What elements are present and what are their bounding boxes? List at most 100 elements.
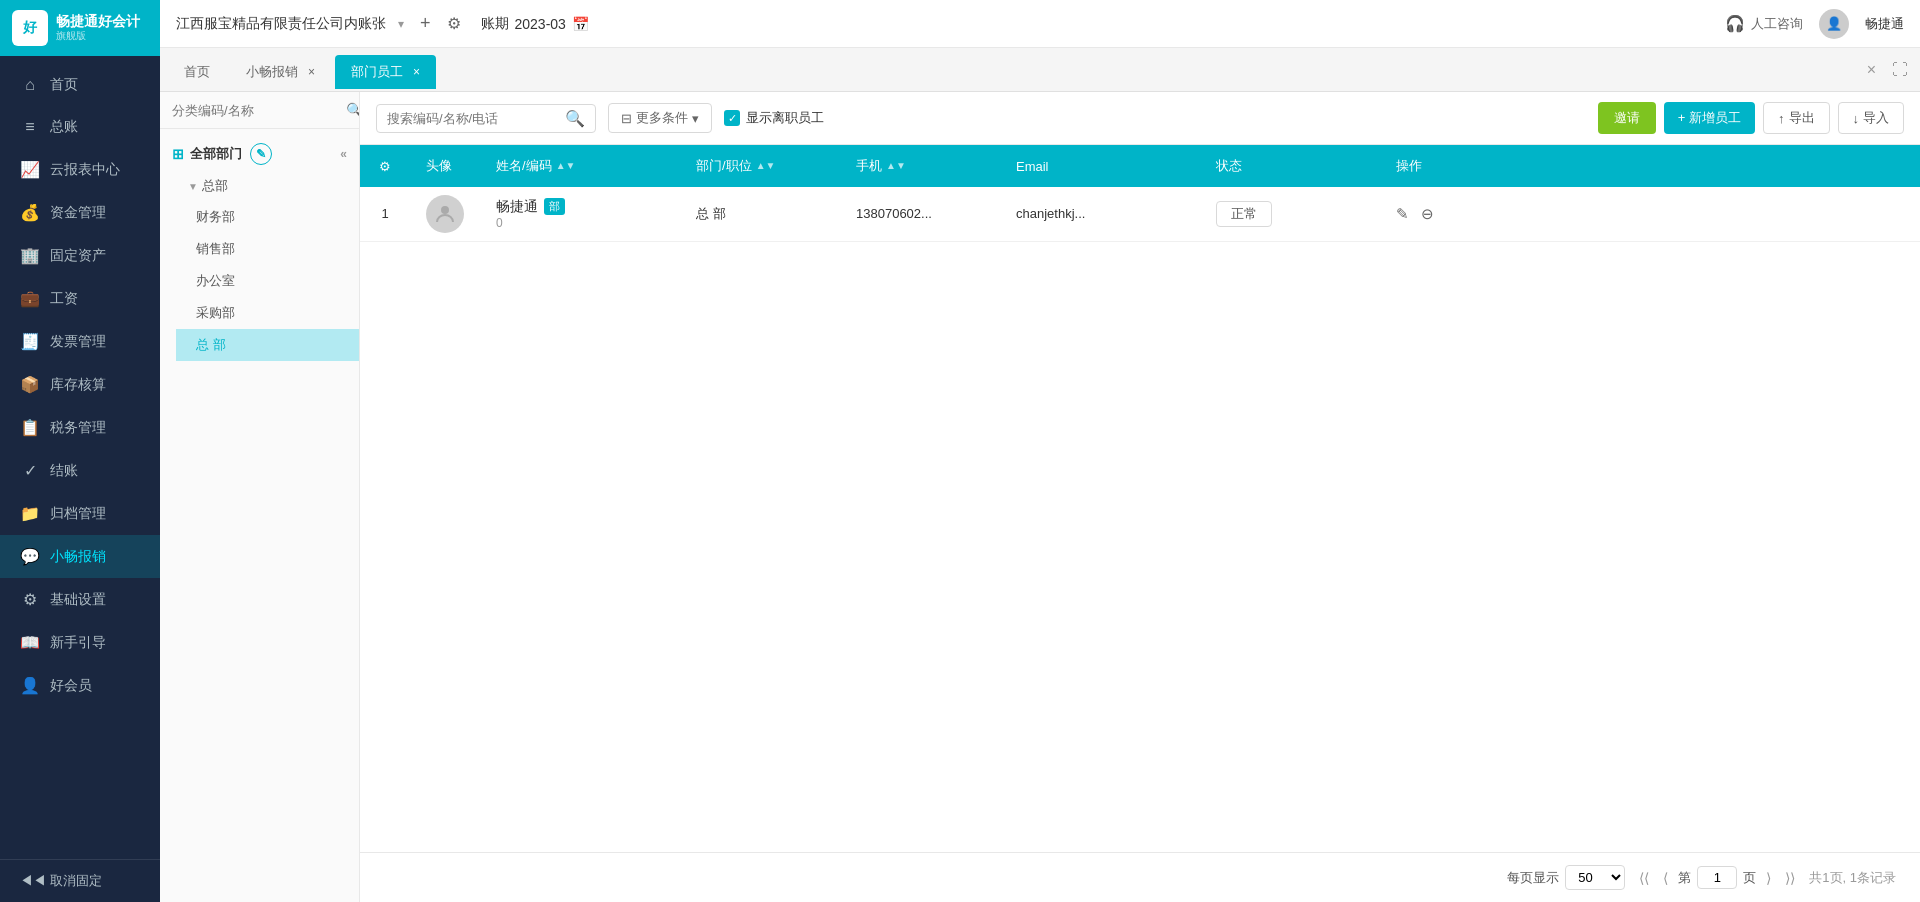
sidebar-item-expense[interactable]: 💬 小畅报销 [0,535,160,578]
root-dept-header[interactable]: 总部 [176,171,359,201]
period-value: 2023-03 [515,16,566,32]
employee-status: 正常 [1216,201,1272,227]
dept-tree-section: 总部 财务部 销售部 办公室 采购部 总 部 [160,171,359,361]
sidebar-item-assets[interactable]: 🏢 固定资产 [0,234,160,277]
sidebar-item-payroll[interactable]: 💼 工资 [0,277,160,320]
employee-search-input[interactable] [387,111,559,126]
sidebar-item-reports[interactable]: 📈 云报表中心 [0,148,160,191]
tab-expense[interactable]: 小畅报销 × [230,55,331,89]
th-avatar: 头像 [410,145,480,187]
toolbar-right: 邀请 + 新增员工 ↑ 导出 ↓ 导入 [1598,102,1904,134]
last-page-button[interactable]: ⟩⟩ [1781,868,1799,888]
row-dept-cell: 总 部 [680,187,840,241]
employee-badge: 部 [544,198,565,215]
guide-icon: 📖 [20,633,40,652]
tab-department[interactable]: 部门员工 × [335,55,436,89]
all-dept-header[interactable]: ⊞ 全部部门 ✎ « [160,137,359,171]
dept-search-input[interactable] [172,103,340,118]
employee-name: 畅捷通 [496,198,538,216]
tab-expand-button[interactable]: ⛶ [1888,57,1912,83]
dept-item-general[interactable]: 总 部 [176,329,359,361]
sidebar-item-guide[interactable]: 📖 新手引导 [0,621,160,664]
sidebar-item-funds[interactable]: 💰 资金管理 [0,191,160,234]
dept-edit-button[interactable]: ✎ [250,143,272,165]
show-resigned-checkbox[interactable]: ✓ [724,110,740,126]
cancel-fixed-label: ◀◀ 取消固定 [20,872,102,890]
th-email: Email [1000,145,1200,187]
sidebar-item-invoice[interactable]: 🧾 发票管理 [0,320,160,363]
reports-icon: 📈 [20,160,40,179]
prev-page-button[interactable]: ⟨ [1659,868,1672,888]
username-label: 畅捷通 [1865,15,1904,33]
export-button[interactable]: ↑ 导出 [1763,102,1830,134]
dept-sort-icon: ▲▼ [756,161,776,171]
employee-search-icon[interactable]: 🔍 [565,109,585,128]
sidebar-item-home[interactable]: ⌂ 首页 [0,64,160,106]
tab-department-close[interactable]: × [413,65,420,79]
settings-button[interactable]: ⚙ [447,14,461,33]
add-tab-button[interactable]: + [416,13,435,34]
sidebar-item-assets-label: 固定资产 [50,247,106,265]
sidebar-item-settings[interactable]: ⚙ 基础设置 [0,578,160,621]
tab-expense-label: 小畅报销 [246,63,298,81]
page-navigation: ⟨⟨ ⟨ 第 页 ⟩ ⟩⟩ [1635,866,1799,889]
filter-button[interactable]: ⊟ 更多条件 ▾ [608,103,712,133]
member-icon: 👤 [20,676,40,695]
employee-toolbar: 🔍 ⊟ 更多条件 ▾ ✓ 显示离职员工 邀请 + 新增员工 ↑ 导出 [360,92,1920,145]
tab-home[interactable]: 首页 [168,55,226,89]
sidebar-item-settings-label: 基础设置 [50,591,106,609]
dept-item-office[interactable]: 办公室 [176,265,359,297]
dept-search-icon[interactable]: 🔍 [346,102,360,118]
close-period-icon: ✓ [20,461,40,480]
cancel-fixed-button[interactable]: ◀◀ 取消固定 [0,859,160,902]
sidebar-item-tax[interactable]: 📋 税务管理 [0,406,160,449]
export-label: 导出 [1789,109,1815,127]
import-button[interactable]: ↓ 导入 [1838,102,1905,134]
avatar-person-icon [433,202,457,226]
calendar-icon[interactable]: 📅 [572,16,589,32]
expense-icon: 💬 [20,547,40,566]
tab-expense-close[interactable]: × [308,65,315,79]
page-suffix: 页 [1743,869,1756,887]
add-employee-button[interactable]: + 新增员工 [1664,102,1755,134]
edit-employee-button[interactable]: ✎ [1396,205,1409,223]
exit-employee-button[interactable]: ⊖ [1421,205,1434,223]
sidebar-item-member[interactable]: 👤 好会员 [0,664,160,707]
sidebar-item-invoice-label: 发票管理 [50,333,106,351]
row-index: 1 [360,187,410,241]
company-name: 江西服宝精品有限责任公司内账张 [176,15,386,33]
next-page-button[interactable]: ⟩ [1762,868,1775,888]
employee-search-box: 🔍 [376,104,596,133]
invite-button[interactable]: 邀请 [1598,102,1656,134]
dept-item-purchase[interactable]: 采购部 [176,297,359,329]
action-buttons: ✎ ⊖ [1396,205,1904,223]
headset-icon: 🎧 [1725,14,1745,33]
dept-item-sales[interactable]: 销售部 [176,233,359,265]
th-phone[interactable]: 手机 ▲▼ [840,145,1000,187]
tab-close-all-button[interactable]: × [1863,57,1880,83]
sidebar-item-archive[interactable]: 📁 归档管理 [0,492,160,535]
left-panel: 🔍 ⊞ 全部部门 ✎ « 总部 财务部 销售部 [160,92,360,902]
show-resigned-toggle[interactable]: ✓ 显示离职员工 [724,109,824,127]
sidebar-item-home-label: 首页 [50,76,78,94]
th-name[interactable]: 姓名/编码 ▲▼ [480,145,680,187]
sidebar: 好 畅捷通好会计 旗舰版 ⌂ 首页 ≡ 总账 📈 云报表中心 💰 资金管理 🏢 … [0,0,160,902]
sidebar-item-close[interactable]: ✓ 结账 [0,449,160,492]
th-settings[interactable]: ⚙ [360,145,410,187]
first-page-button[interactable]: ⟨⟨ [1635,868,1653,888]
page-input[interactable] [1697,866,1737,889]
dept-search-box: 🔍 [160,92,359,129]
dept-collapse-button[interactable]: « [340,147,347,161]
sidebar-item-funds-label: 资金管理 [50,204,106,222]
support-button[interactable]: 🎧 人工咨询 [1725,14,1803,33]
sidebar-item-inventory[interactable]: 📦 库存核算 [0,363,160,406]
company-dropdown-icon[interactable]: ▾ [398,17,404,31]
tax-icon: 📋 [20,418,40,437]
dept-item-finance[interactable]: 财务部 [176,201,359,233]
th-dept[interactable]: 部门/职位 ▲▼ [680,145,840,187]
row-phone-cell: 138070602... [840,187,1000,241]
sidebar-item-tax-label: 税务管理 [50,419,106,437]
sidebar-item-ledger[interactable]: ≡ 总账 [0,106,160,148]
top-bar: 江西服宝精品有限责任公司内账张 ▾ + ⚙ 账期 2023-03 📅 🎧 人工咨… [160,0,1920,48]
per-page-dropdown[interactable]: 50 10 20 100 [1565,865,1625,890]
